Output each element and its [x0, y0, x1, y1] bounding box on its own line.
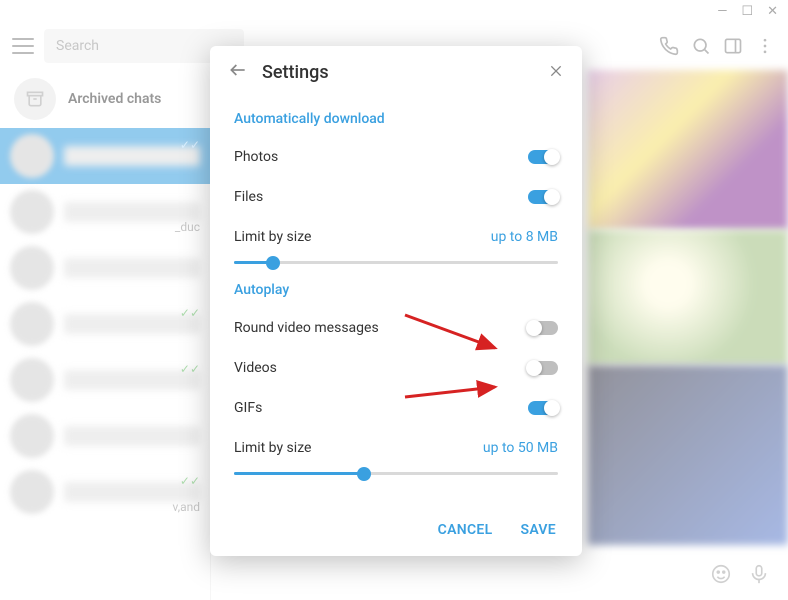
close-icon[interactable] — [548, 63, 564, 83]
option-label: Files — [234, 189, 263, 205]
photos-toggle[interactable] — [528, 150, 558, 164]
dialog-title: Settings — [262, 62, 534, 83]
option-label: Videos — [234, 360, 277, 376]
files-toggle[interactable] — [528, 190, 558, 204]
option-label: Limit by size — [234, 229, 311, 245]
download-limit-slider[interactable] — [234, 261, 558, 264]
option-autoplay-limit: Limit by size up to 50 MB — [234, 428, 558, 468]
option-label: Photos — [234, 149, 278, 165]
option-round-video: Round video messages — [234, 308, 558, 348]
round-video-toggle[interactable] — [528, 321, 558, 335]
settings-dialog: Settings Automatically download Photos F… — [210, 46, 582, 556]
download-limit-value: up to 8 MB — [491, 229, 558, 245]
option-label: Round video messages — [234, 320, 379, 336]
save-button[interactable]: SAVE — [520, 522, 556, 538]
gifs-toggle[interactable] — [528, 401, 558, 415]
autoplay-limit-slider[interactable] — [234, 472, 558, 475]
cancel-button[interactable]: CANCEL — [438, 522, 493, 538]
option-label: Limit by size — [234, 440, 311, 456]
option-photos: Photos — [234, 137, 558, 177]
option-gifs: GIFs — [234, 388, 558, 428]
videos-toggle[interactable] — [528, 361, 558, 375]
back-icon[interactable] — [228, 60, 248, 85]
option-label: GIFs — [234, 400, 262, 416]
option-download-limit: Limit by size up to 8 MB — [234, 217, 558, 257]
dialog-actions: CANCEL SAVE — [210, 508, 582, 556]
section-auto-download-title: Automatically download — [234, 111, 558, 127]
autoplay-limit-value: up to 50 MB — [483, 440, 558, 456]
option-videos: Videos — [234, 348, 558, 388]
section-autoplay-title: Autoplay — [234, 282, 558, 298]
option-files: Files — [234, 177, 558, 217]
